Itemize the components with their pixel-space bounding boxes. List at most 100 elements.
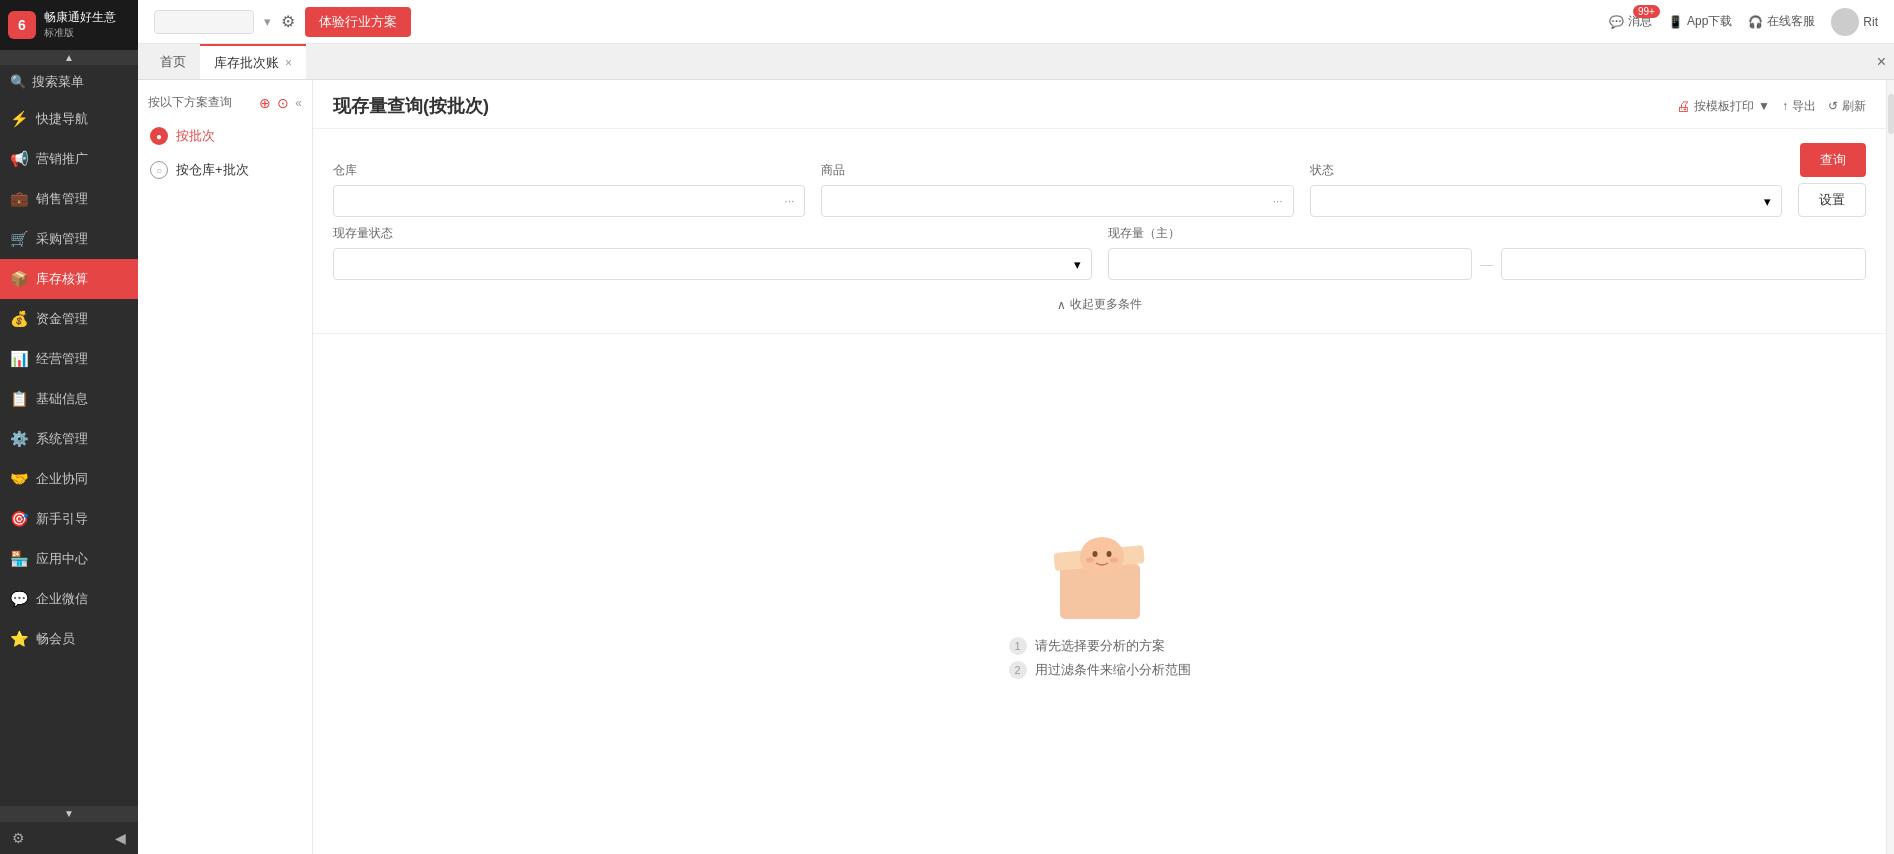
svg-point-5 [1086, 558, 1094, 563]
export-btn[interactable]: ↑ 导出 [1782, 98, 1816, 115]
svg-point-2 [1080, 537, 1124, 577]
print-btn[interactable]: 🖨 按模板打印 ▼ [1676, 98, 1770, 115]
export-icon: ↑ [1782, 99, 1788, 113]
tab-close-icon[interactable]: × [285, 56, 292, 70]
scheme-item-by-warehouse-batch[interactable]: ○ 按仓库+批次 [138, 153, 312, 187]
empty-illustration [1040, 509, 1160, 629]
tab-bar: 首页 库存批次账 × × [138, 44, 1894, 80]
left-panel-collapse-icon[interactable]: « [295, 96, 302, 110]
sidebar-item-label: 企业协同 [36, 470, 88, 488]
message-icon: 💬 [1609, 15, 1624, 29]
warehouse-label: 仓库 [333, 162, 805, 179]
app-logo: 6 [8, 11, 36, 39]
sidebar-item-quick-nav[interactable]: ⚡ 快捷导航 [0, 99, 138, 139]
stock-status-select[interactable]: ▾ [333, 248, 1092, 280]
right-content: 现存量查询(按批次) 🖨 按模板打印 ▼ ↑ 导出 ↺ 刷新 [313, 80, 1886, 854]
tab-inventory-batch-label: 库存批次账 [214, 54, 279, 72]
sidebar-item-label: 资金管理 [36, 310, 88, 328]
quantity-filter-group: 现存量（主） — [1108, 225, 1867, 280]
scheme-outline-icon: ○ [150, 161, 168, 179]
sidebar-item-label: 畅会员 [36, 630, 75, 648]
quantity-max-input[interactable] [1501, 248, 1866, 280]
settings-btn[interactable]: 设置 [1798, 183, 1866, 217]
sidebar-item-appstore[interactable]: 🏪 应用中心 [0, 539, 138, 579]
sidebar-item-sales[interactable]: 💼 销售管理 [0, 179, 138, 219]
sidebar-scroll-up[interactable]: ▲ [0, 50, 138, 65]
sidebar-item-wechat[interactable]: 💬 企业微信 [0, 579, 138, 619]
refresh-icon: ↺ [1828, 99, 1838, 113]
operation-icon: 📊 [10, 350, 28, 368]
refresh-btn[interactable]: ↺ 刷新 [1828, 98, 1866, 115]
hint-text-1: 请先选择要分析的方案 [1035, 637, 1165, 655]
messages-btn[interactable]: 💬 消息 99+ [1609, 13, 1652, 30]
user-avatar-btn[interactable]: Rit [1831, 8, 1878, 36]
sidebar-item-basic[interactable]: 📋 基础信息 [0, 379, 138, 419]
search-label: 搜索菜单 [32, 73, 84, 91]
sidebar-item-label: 经营管理 [36, 350, 88, 368]
status-select[interactable]: ▾ [1310, 185, 1782, 217]
app-subtitle: 标准版 [44, 26, 116, 40]
topbar-search-input[interactable] [154, 10, 254, 34]
sidebar-item-marketing[interactable]: 📢 营销推广 [0, 139, 138, 179]
scheme-by-warehouse-batch-label: 按仓库+批次 [176, 161, 249, 179]
sidebar-footer: ⚙ ◀ [0, 821, 138, 854]
export-label: 导出 [1792, 98, 1816, 115]
quantity-range: — [1108, 248, 1867, 280]
tab-home-label: 首页 [160, 53, 186, 71]
hint-num-1: 1 [1009, 637, 1027, 655]
quantity-dash: — [1480, 257, 1493, 272]
sidebar-item-guide[interactable]: 🎯 新手引导 [0, 499, 138, 539]
scroll-handle [1888, 94, 1894, 134]
sidebar-item-finance[interactable]: 💰 资金管理 [0, 299, 138, 339]
scheme-item-by-batch[interactable]: ● 按批次 [138, 119, 312, 153]
quantity-min-input[interactable] [1108, 248, 1473, 280]
sidebar-item-label: 快捷导航 [36, 110, 88, 128]
tab-home[interactable]: 首页 [146, 44, 200, 79]
sidebar-item-operation[interactable]: 📊 经营管理 [0, 339, 138, 379]
print-expand-icon: ▼ [1758, 99, 1770, 113]
status-filter-group: 状态 ▾ [1310, 162, 1782, 217]
sidebar-item-enterprise[interactable]: 🤝 企业协同 [0, 459, 138, 499]
left-panel-header: 按以下方案查询 ⊕ ⊙ « [138, 90, 312, 119]
sales-icon: 💼 [10, 190, 28, 208]
collapse-btn[interactable]: ∧ 收起更多条件 [1057, 290, 1142, 319]
print-label: 按模板打印 [1694, 98, 1754, 115]
product-input[interactable]: ··· [821, 185, 1293, 217]
page-header-actions: 🖨 按模板打印 ▼ ↑ 导出 ↺ 刷新 [1676, 98, 1866, 115]
online-service-label: 在线客服 [1767, 13, 1815, 30]
sidebar-item-inventory[interactable]: 📦 库存核算 [0, 259, 138, 299]
online-service-btn[interactable]: 🎧 在线客服 [1748, 13, 1815, 30]
left-panel-settings-icon[interactable]: ⊙ [277, 95, 289, 111]
sidebar-item-label: 营销推广 [36, 150, 88, 168]
left-panel-add-icon[interactable]: ⊕ [259, 95, 271, 111]
left-panel-actions: ⊕ ⊙ « [259, 95, 302, 111]
svg-point-6 [1110, 558, 1118, 563]
sidebar-item-label: 库存核算 [36, 270, 88, 288]
sidebar-search[interactable]: 🔍 搜索菜单 [0, 65, 138, 99]
sidebar-item-member[interactable]: ⭐ 畅会员 [0, 619, 138, 659]
collapse-row: ∧ 收起更多条件 [333, 290, 1866, 319]
user-name: Rit [1863, 15, 1878, 29]
experience-btn[interactable]: 体验行业方案 [305, 7, 411, 37]
sidebar-item-purchase[interactable]: 🛒 采购管理 [0, 219, 138, 259]
sidebar-scroll-down[interactable]: ▼ [0, 806, 138, 821]
sidebar-collapse-icon[interactable]: ◀ [115, 830, 126, 846]
sidebar-settings-icon[interactable]: ⚙ [12, 830, 25, 846]
product-filter-group: 商品 ··· [821, 162, 1293, 217]
tab-close-main-icon[interactable]: × [1877, 53, 1886, 71]
status-dropdown-icon: ▾ [1764, 194, 1771, 209]
sidebar-item-label: 系统管理 [36, 430, 88, 448]
topbar-gear-icon[interactable]: ⚙ [281, 12, 295, 31]
app-download-btn[interactable]: 📱 App下载 [1668, 13, 1732, 30]
tab-inventory-batch[interactable]: 库存批次账 × [200, 44, 306, 79]
left-panel: 按以下方案查询 ⊕ ⊙ « ● 按批次 ○ 按仓库+批次 [138, 80, 313, 854]
enterprise-icon: 🤝 [10, 470, 28, 488]
empty-hint-2: 2 用过滤条件来缩小分析范围 [1009, 661, 1191, 679]
sidebar-item-system[interactable]: ⚙️ 系统管理 [0, 419, 138, 459]
topbar-chevron-icon[interactable]: ▾ [264, 14, 271, 29]
query-btn[interactable]: 查询 [1800, 143, 1866, 177]
guide-icon: 🎯 [10, 510, 28, 528]
avatar [1831, 8, 1859, 36]
warehouse-input[interactable]: ··· [333, 185, 805, 217]
right-scrollbar[interactable] [1886, 80, 1894, 854]
